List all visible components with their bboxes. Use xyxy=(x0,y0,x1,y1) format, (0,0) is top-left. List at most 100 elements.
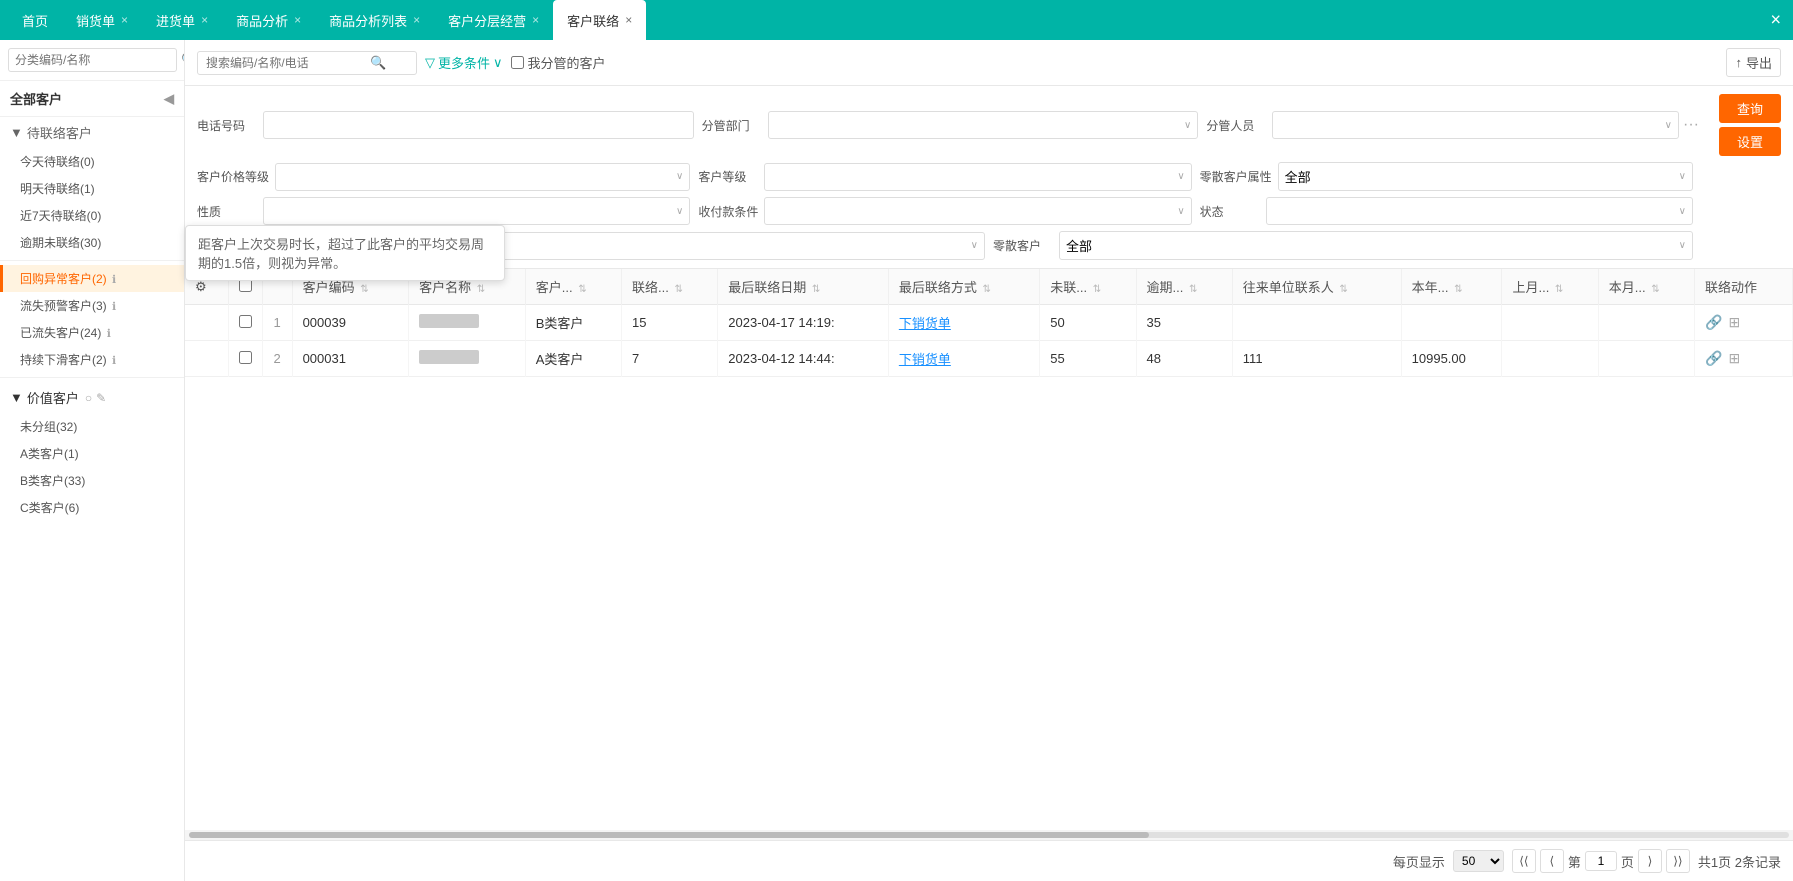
filter-cell-nature: 性质 ∨ xyxy=(197,197,690,225)
last-method-link[interactable]: 下销货单 xyxy=(899,352,951,367)
horizontal-scrollbar[interactable] xyxy=(185,830,1793,840)
sidebar-item-lost[interactable]: 已流失客户(24) ℹ xyxy=(0,319,184,346)
nav-close-product-analysis-list[interactable]: × xyxy=(413,13,420,27)
search-input[interactable] xyxy=(206,56,366,70)
row-this-year-cell xyxy=(1401,305,1502,341)
nav-purchase-order[interactable]: 进货单 × xyxy=(142,0,222,40)
sort-this-year-icon[interactable]: ⇅ xyxy=(1454,284,1462,295)
sidebar-item-tomorrow[interactable]: 明天待联络(1) xyxy=(0,175,184,202)
sidebar-item-7days[interactable]: 近7天待联络(0) xyxy=(0,202,184,229)
settings-button[interactable]: 设置 xyxy=(1719,127,1781,156)
query-button[interactable]: 查询 xyxy=(1719,94,1781,123)
sidebar-divider-1 xyxy=(0,260,184,261)
page-number-input[interactable] xyxy=(1585,851,1617,871)
sidebar-item-today[interactable]: 今天待联络(0) xyxy=(0,148,184,175)
nav-product-analysis[interactable]: 商品分析 × xyxy=(222,0,315,40)
first-page-button[interactable]: ⟨⟨ xyxy=(1512,849,1536,873)
status-dropdown-icon: ∨ xyxy=(1679,206,1686,217)
row-action-cell: 🔗 ⊞ xyxy=(1695,305,1793,341)
row-this-month-cell xyxy=(1598,341,1694,377)
value-edit-icon[interactable]: ✎ xyxy=(96,391,106,405)
nav-product-analysis-list[interactable]: 商品分析列表 × xyxy=(315,0,434,40)
filter-input-phone[interactable] xyxy=(263,111,694,139)
sidebar-group-value[interactable]: ▼ 价值客户 ○ ✎ xyxy=(0,382,184,413)
nav-close-customer-contact[interactable]: × xyxy=(625,13,632,27)
per-page-select[interactable]: 50 100 200 xyxy=(1453,850,1504,872)
nav-customer-contact[interactable]: 客户联络 × xyxy=(553,0,646,40)
filter-row-3: 性质 ∨ 收付款条件 ∨ 状态 xyxy=(197,197,1781,225)
row-last-date-cell: 2023-04-12 14:44: xyxy=(718,341,889,377)
scrollbar-thumb[interactable] xyxy=(189,832,1149,838)
sidebar-search-input[interactable] xyxy=(8,48,177,72)
row-uncontacted-cell: 55 xyxy=(1040,341,1136,377)
export-button[interactable]: ↑ 导出 xyxy=(1726,48,1781,77)
sort-contact-icon[interactable]: ⇅ xyxy=(674,284,682,295)
last-page-button[interactable]: ⟩⟩ xyxy=(1666,849,1690,873)
filter-select-dept[interactable]: ∨ xyxy=(768,111,1199,139)
row-checkbox-1[interactable] xyxy=(239,351,252,364)
filter-select-nature[interactable]: ∨ xyxy=(263,197,690,225)
sort-ctype-icon[interactable]: ⇅ xyxy=(578,284,586,295)
sidebar-item-class-b[interactable]: B类客户(33) xyxy=(0,467,184,494)
action-grid-icon[interactable]: ⊞ xyxy=(1728,314,1740,331)
filter-select-customer-level[interactable]: ∨ xyxy=(764,163,1191,191)
action-grid-icon[interactable]: ⊞ xyxy=(1728,350,1740,367)
sort-uncontacted-icon[interactable]: ⇅ xyxy=(1093,284,1101,295)
col-last-month: 上月... ⇅ xyxy=(1502,269,1598,305)
sidebar-item-repurchase-abnormal[interactable]: 回购异常客户(2) ℹ xyxy=(0,265,184,292)
sort-method-icon[interactable]: ⇅ xyxy=(982,284,990,295)
action-link-icon[interactable]: 🔗 xyxy=(1705,350,1722,367)
nav-customer-tier[interactable]: 客户分层经营 × xyxy=(434,0,553,40)
sidebar-item-declining[interactable]: 持续下滑客户(2) ℹ xyxy=(0,346,184,373)
nav-close-product-analysis[interactable]: × xyxy=(294,13,301,27)
row-name-cell xyxy=(409,341,526,377)
prev-page-button[interactable]: ⟨ xyxy=(1540,849,1564,873)
sort-date-icon[interactable]: ⇅ xyxy=(812,284,820,295)
sort-this-month-icon[interactable]: ⇅ xyxy=(1651,284,1659,295)
sidebar-item-class-c[interactable]: C类客户(6) xyxy=(0,494,184,521)
nav-close-sales-order[interactable]: × xyxy=(121,13,128,27)
nav-close-customer-tier[interactable]: × xyxy=(532,13,539,27)
action-link-icon[interactable]: 🔗 xyxy=(1705,314,1722,331)
filter-select-payment[interactable]: ∨ xyxy=(764,197,1191,225)
row-this-year-cell: 10995.00 xyxy=(1401,341,1502,377)
my-customers-checkbox[interactable] xyxy=(511,56,524,69)
nav-close-purchase-order[interactable]: × xyxy=(201,13,208,27)
sidebar-group-waiting[interactable]: ▼ 待联络客户 xyxy=(0,117,184,148)
filter-cell-price-level: 客户价格等级 ∨ xyxy=(197,163,690,191)
filter-select-retail-attr[interactable]: 全部 ∨ xyxy=(1278,162,1693,191)
next-page-button[interactable]: ⟩ xyxy=(1638,849,1662,873)
nav-sales-order[interactable]: 销货单 × xyxy=(62,0,142,40)
sort-overdue-icon[interactable]: ⇅ xyxy=(1189,284,1197,295)
toolbar-search-icon[interactable]: 🔍 xyxy=(370,55,386,71)
sidebar-item-class-a[interactable]: A类客户(1) xyxy=(0,440,184,467)
last-method-link[interactable]: 下销货单 xyxy=(899,316,951,331)
col-customer-type: 客户... ⇅ xyxy=(525,269,621,305)
filter-select-status[interactable]: ∨ xyxy=(1266,197,1693,225)
sort-name-icon[interactable]: ⇅ xyxy=(477,284,485,295)
row-checkbox-0[interactable] xyxy=(239,315,252,328)
page-end-label: 页 xyxy=(1621,852,1634,871)
manager-ellipsis-btn[interactable]: ··· xyxy=(1679,116,1703,134)
filter-select-retail-customer[interactable]: 全部 ∨ xyxy=(1059,231,1693,260)
sort-contact-person-icon[interactable]: ⇅ xyxy=(1339,284,1347,295)
sidebar-toggle-icon[interactable]: ◀ xyxy=(164,91,174,107)
more-filters-button[interactable]: ▽ 更多条件 ∨ xyxy=(425,53,503,72)
sidebar-item-loss-warning[interactable]: 流失预警客户(3) ℹ xyxy=(0,292,184,319)
tooltip-box: 距客户上次交易时长，超过了此客户的平均交易周期的1.5倍，则视为异常。 xyxy=(185,225,505,281)
row-code-cell: 000039 xyxy=(292,305,409,341)
filter-select-manager[interactable]: ∨ xyxy=(1272,111,1679,139)
filter-label-nature: 性质 xyxy=(197,203,257,220)
manager-dropdown-icon: ∨ xyxy=(1665,120,1672,131)
sidebar-item-overdue[interactable]: 逾期未联络(30) xyxy=(0,229,184,256)
nav-home[interactable]: 首页 xyxy=(8,0,62,40)
filter-icon: ▽ xyxy=(425,55,435,71)
value-circle-icon[interactable]: ○ xyxy=(85,391,92,405)
filter-select-price-level[interactable]: ∨ xyxy=(275,163,690,191)
close-all-tabs-button[interactable]: × xyxy=(1770,10,1781,31)
sort-code-icon[interactable]: ⇅ xyxy=(360,284,368,295)
filter-cell-status: 状态 ∨ xyxy=(1200,197,1693,225)
filter-label-dept: 分管部门 xyxy=(702,117,762,134)
sidebar-item-ungroup[interactable]: 未分组(32) xyxy=(0,413,184,440)
sort-last-month-icon[interactable]: ⇅ xyxy=(1555,284,1563,295)
